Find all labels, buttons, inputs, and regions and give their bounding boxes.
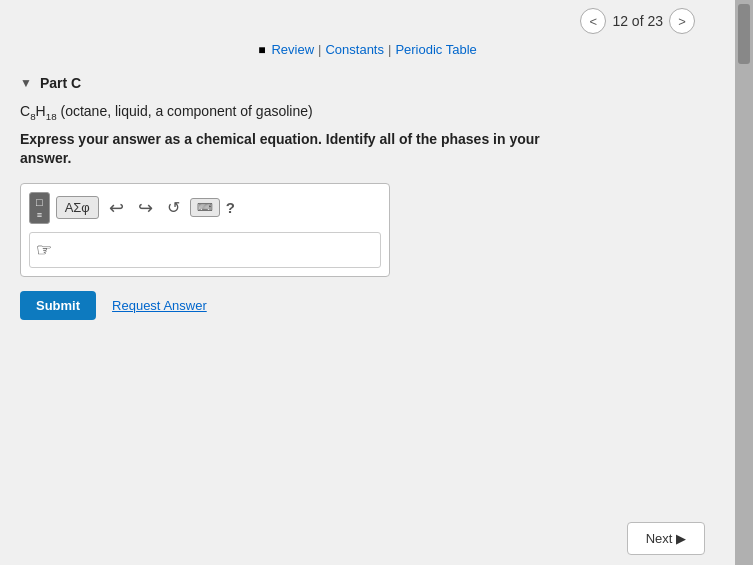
periodic-table-link[interactable]: Periodic Table [395,42,476,57]
next-button[interactable]: Next ▶ [627,522,705,555]
sep2: | [388,42,391,57]
submit-button[interactable]: Submit [20,291,96,320]
bottom-bar: Next ▶ [0,514,735,565]
part-header: ▼ Part C [20,75,705,91]
cursor-indicator: ☞ [36,240,52,260]
sep1: | [318,42,321,57]
review-link[interactable]: Review [271,42,314,57]
refresh-button[interactable]: ↺ [163,196,184,219]
part-label: Part C [40,75,81,91]
action-row: Submit Request Answer [20,291,705,320]
content-area: ▼ Part C C8H18 (octane, liquid, a compon… [0,65,735,514]
formula-template-button[interactable]: □≡ [29,192,50,224]
page-indicator: 12 of 23 [612,13,663,29]
question-formula: C8H18 (octane, liquid, a component of ga… [20,103,705,122]
constants-link[interactable]: Constants [325,42,384,57]
redo-button[interactable]: ↪ [134,195,157,221]
formula-icon-text: □≡ [36,196,43,220]
top-navigation: < 12 of 23 > [0,0,735,38]
help-button[interactable]: ? [226,199,235,216]
resources-bar: ■ Review | Constants | Periodic Table [0,38,735,65]
prev-page-button[interactable]: < [580,8,606,34]
answer-box: □≡ ΑΣφ ↩ ↪ ↺ ⌨ ? ☞ [20,183,390,277]
scrollbar-thumb[interactable] [738,4,750,64]
chemical-equation-input[interactable]: ☞ [29,232,381,268]
keyboard-button[interactable]: ⌨ [190,198,220,217]
next-page-button[interactable]: > [669,8,695,34]
request-answer-button[interactable]: Request Answer [112,298,207,313]
collapse-arrow[interactable]: ▼ [20,76,32,90]
greek-symbols-button[interactable]: ΑΣφ [56,196,99,219]
question-instruction: Express your answer as a chemical equati… [20,130,705,169]
answer-toolbar: □≡ ΑΣφ ↩ ↪ ↺ ⌨ ? [29,192,381,224]
side-scrollbar[interactable] [735,0,753,565]
undo-button[interactable]: ↩ [105,195,128,221]
resources-icon: ■ [258,43,265,57]
pagination-controls: < 12 of 23 > [580,8,695,34]
